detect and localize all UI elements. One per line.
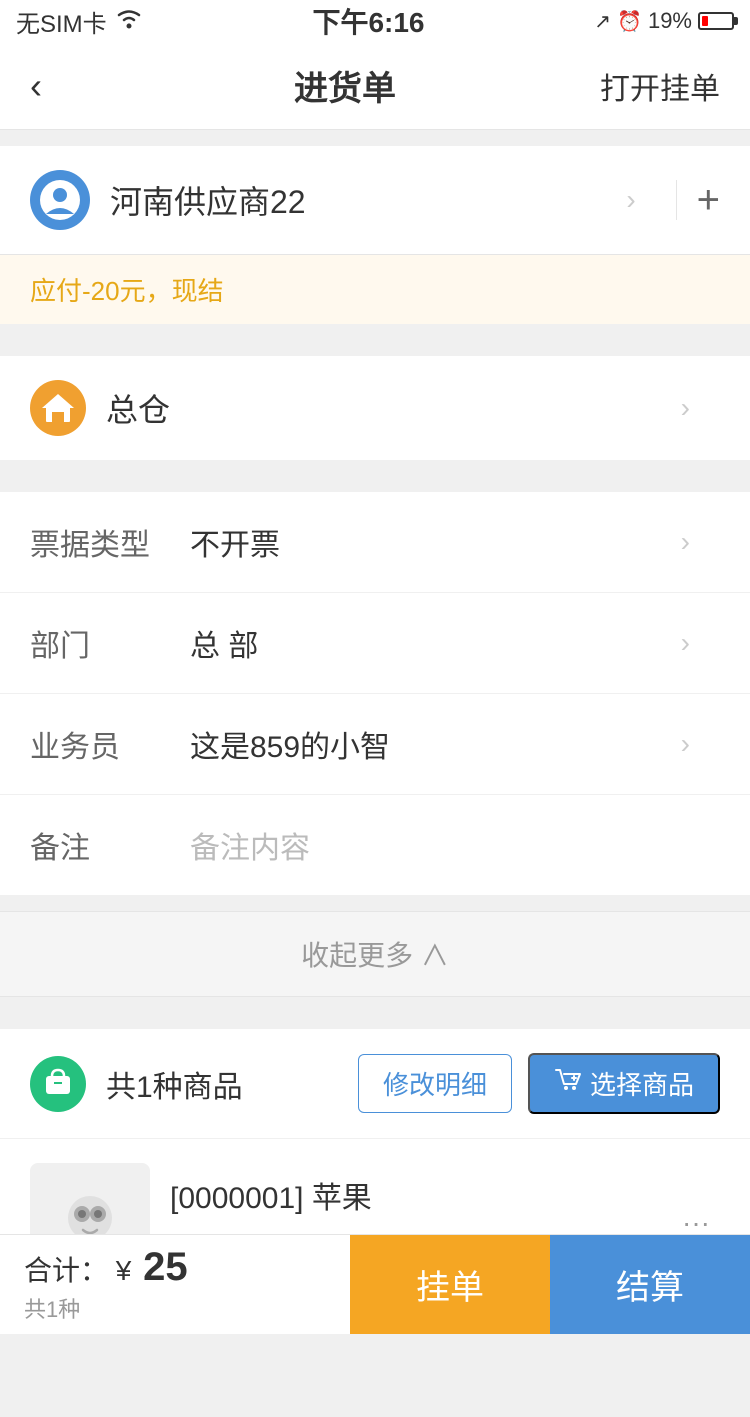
total-section: 合计： ¥ 25 共1种 bbox=[0, 1235, 350, 1334]
carrier-label: 无SIM卡 bbox=[16, 4, 107, 39]
supplier-section: 河南供应商22 › + 应付-20元，现结 bbox=[0, 146, 750, 324]
supplier-divider bbox=[676, 180, 677, 220]
cart-icon bbox=[554, 1068, 582, 1099]
settle-button[interactable]: 结算 bbox=[550, 1235, 750, 1334]
product-name: [0000001] 苹果 bbox=[170, 1173, 652, 1217]
wifi-icon bbox=[115, 7, 143, 36]
status-bar: 无SIM卡 下午6:16 ↗ ⏰ 19% bbox=[0, 0, 750, 42]
total-line: 合计： ¥ 25 bbox=[24, 1245, 326, 1290]
warehouse-row[interactable]: 总仓 › bbox=[0, 356, 750, 460]
department-chevron-icon: › bbox=[681, 627, 690, 659]
hang-order-button[interactable]: 挂单 bbox=[350, 1235, 550, 1334]
department-value: 总 部 bbox=[170, 621, 681, 665]
bottom-bar: 合计： ¥ 25 共1种 挂单 结算 bbox=[0, 1234, 750, 1334]
salesperson-row[interactable]: 业务员 这是859的小智 › bbox=[0, 694, 750, 795]
salesperson-chevron-icon: › bbox=[681, 728, 690, 760]
status-right: ↗ ⏰ 19% bbox=[594, 8, 734, 34]
battery-percent: 19% bbox=[648, 8, 692, 34]
product-title: 苹果 bbox=[312, 1182, 372, 1215]
collapse-row[interactable]: 收起更多 ∧ bbox=[0, 911, 750, 997]
invoice-type-row[interactable]: 票据类型 不开票 › bbox=[0, 492, 750, 593]
product-count-label: 共1种商品 bbox=[106, 1062, 358, 1106]
total-amount: 25 bbox=[143, 1245, 188, 1289]
back-button[interactable]: ‹ bbox=[30, 65, 90, 107]
invoice-type-chevron-icon: › bbox=[681, 526, 690, 558]
location-icon: ↗ bbox=[594, 9, 611, 34]
product-header: 共1种商品 修改明细 选择商品 bbox=[0, 1029, 750, 1139]
page-title: 进货单 bbox=[294, 61, 396, 110]
product-section-icon bbox=[30, 1056, 86, 1112]
remark-row[interactable]: 备注 备注内容 bbox=[0, 795, 750, 895]
department-row[interactable]: 部门 总 部 › bbox=[0, 593, 750, 694]
status-time: 下午6:16 bbox=[312, 1, 424, 41]
supplier-chevron-icon: › bbox=[626, 184, 635, 216]
open-pending-button[interactable]: 打开挂单 bbox=[600, 64, 720, 108]
total-unit: ¥ bbox=[116, 1255, 132, 1286]
salesperson-value: 这是859的小智 bbox=[170, 722, 681, 766]
section-gap-4 bbox=[0, 997, 750, 1013]
department-label: 部门 bbox=[30, 621, 170, 665]
supplier-name: 河南供应商22 bbox=[110, 177, 626, 223]
notice-bar: 应付-20元，现结 bbox=[0, 255, 750, 324]
total-sub-label: 共1种 bbox=[24, 1292, 326, 1324]
warehouse-icon bbox=[30, 380, 86, 436]
status-left: 无SIM卡 bbox=[16, 4, 143, 39]
section-gap-2 bbox=[0, 324, 750, 340]
select-product-button[interactable]: 选择商品 bbox=[528, 1053, 720, 1114]
invoice-type-value: 不开票 bbox=[170, 520, 681, 564]
person-icon bbox=[40, 180, 80, 220]
warehouse-name: 总仓 bbox=[106, 385, 681, 431]
select-product-label: 选择商品 bbox=[590, 1065, 694, 1102]
remark-input[interactable]: 备注内容 bbox=[170, 823, 720, 867]
remark-label: 备注 bbox=[30, 823, 170, 867]
warehouse-chevron-icon: › bbox=[681, 392, 690, 424]
product-code: [0000001] bbox=[170, 1182, 303, 1215]
add-supplier-button[interactable]: + bbox=[697, 178, 720, 223]
total-label: 合计： bbox=[24, 1255, 108, 1286]
alarm-icon: ⏰ bbox=[617, 9, 642, 34]
invoice-type-label: 票据类型 bbox=[30, 520, 170, 564]
section-gap-1 bbox=[0, 130, 750, 146]
battery-icon bbox=[698, 12, 734, 30]
edit-detail-button[interactable]: 修改明细 bbox=[358, 1054, 512, 1113]
supplier-row[interactable]: 河南供应商22 › + bbox=[0, 146, 750, 255]
nav-bar: ‹ 进货单 打开挂单 bbox=[0, 42, 750, 130]
section-gap-3 bbox=[0, 460, 750, 476]
supplier-avatar bbox=[30, 170, 90, 230]
salesperson-label: 业务员 bbox=[30, 722, 170, 766]
form-section: 票据类型 不开票 › 部门 总 部 › 业务员 这是859的小智 › 备注 备注… bbox=[0, 492, 750, 895]
